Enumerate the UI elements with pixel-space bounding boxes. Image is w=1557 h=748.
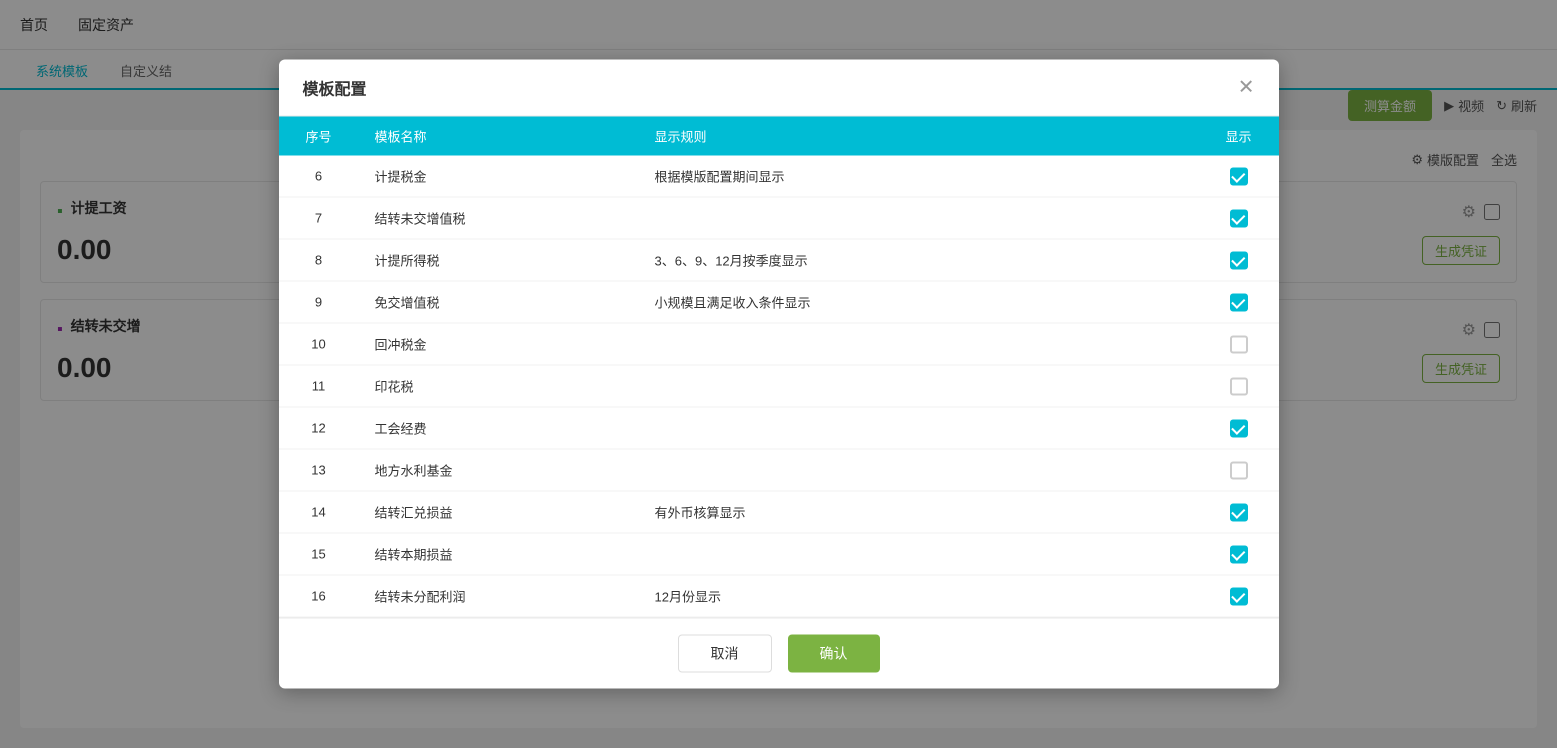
row-checkbox[interactable] — [1230, 545, 1248, 563]
cell-checkbox[interactable] — [1199, 197, 1279, 239]
confirm-button[interactable]: 确认 — [788, 635, 880, 673]
cell-name: 地方水利基金 — [359, 449, 639, 491]
modal-body: 序号 模板名称 显示规则 显示 6 计提税金 根据模版配置期间显示 7 结转未交… — [279, 117, 1279, 618]
row-checkbox[interactable] — [1230, 461, 1248, 479]
cell-name: 印花税 — [359, 365, 639, 407]
modal-header: 模板配置 ✕ — [279, 60, 1279, 117]
table-row: 13 地方水利基金 — [279, 449, 1279, 491]
cell-rule — [639, 323, 1199, 365]
config-table: 序号 模板名称 显示规则 显示 6 计提税金 根据模版配置期间显示 7 结转未交… — [279, 117, 1279, 618]
cell-name: 计提税金 — [359, 156, 639, 198]
table-row: 11 印花税 — [279, 365, 1279, 407]
modal-title: 模板配置 — [303, 76, 367, 100]
cell-name: 工会经费 — [359, 407, 639, 449]
cell-checkbox[interactable] — [1199, 323, 1279, 365]
cell-checkbox[interactable] — [1199, 575, 1279, 617]
cell-checkbox[interactable] — [1199, 491, 1279, 533]
cell-checkbox[interactable] — [1199, 407, 1279, 449]
table-row: 16 结转未分配利润 12月份显示 — [279, 575, 1279, 617]
cell-id: 7 — [279, 197, 359, 239]
row-checkbox[interactable] — [1230, 293, 1248, 311]
cell-checkbox[interactable] — [1199, 156, 1279, 198]
row-checkbox[interactable] — [1230, 377, 1248, 395]
table-row: 7 结转未交增值税 — [279, 197, 1279, 239]
cell-id: 6 — [279, 156, 359, 198]
row-checkbox[interactable] — [1230, 419, 1248, 437]
cell-rule — [639, 365, 1199, 407]
cell-rule: 12月份显示 — [639, 575, 1199, 617]
cell-id: 8 — [279, 239, 359, 281]
cell-id: 11 — [279, 365, 359, 407]
cell-name: 结转本期损益 — [359, 533, 639, 575]
cell-rule: 小规模且满足收入条件显示 — [639, 281, 1199, 323]
cell-rule — [639, 407, 1199, 449]
row-checkbox[interactable] — [1230, 587, 1248, 605]
table-row: 12 工会经费 — [279, 407, 1279, 449]
cell-name: 计提所得税 — [359, 239, 639, 281]
cell-id: 12 — [279, 407, 359, 449]
cancel-button[interactable]: 取消 — [678, 635, 772, 673]
row-checkbox[interactable] — [1230, 209, 1248, 227]
cell-rule: 根据模版配置期间显示 — [639, 156, 1199, 198]
cell-name: 回冲税金 — [359, 323, 639, 365]
cell-name: 结转未交增值税 — [359, 197, 639, 239]
cell-rule — [639, 449, 1199, 491]
cell-id: 9 — [279, 281, 359, 323]
table-row: 10 回冲税金 — [279, 323, 1279, 365]
col-header-id: 序号 — [279, 117, 359, 156]
row-checkbox[interactable] — [1230, 503, 1248, 521]
row-checkbox[interactable] — [1230, 167, 1248, 185]
table-row: 15 结转本期损益 — [279, 533, 1279, 575]
table-row: 6 计提税金 根据模版配置期间显示 — [279, 156, 1279, 198]
cell-id: 10 — [279, 323, 359, 365]
cell-id: 16 — [279, 575, 359, 617]
modal-close-button[interactable]: ✕ — [1238, 78, 1255, 98]
table-row: 8 计提所得税 3、6、9、12月按季度显示 — [279, 239, 1279, 281]
row-checkbox[interactable] — [1230, 251, 1248, 269]
cell-id: 15 — [279, 533, 359, 575]
col-header-display: 显示 — [1199, 117, 1279, 156]
cell-rule — [639, 533, 1199, 575]
cell-checkbox[interactable] — [1199, 281, 1279, 323]
cell-name: 结转汇兑损益 — [359, 491, 639, 533]
table-row: 9 免交增值税 小规模且满足收入条件显示 — [279, 281, 1279, 323]
cell-rule: 有外币核算显示 — [639, 491, 1199, 533]
cell-name: 免交增值税 — [359, 281, 639, 323]
col-header-name: 模板名称 — [359, 117, 639, 156]
col-header-rule: 显示规则 — [639, 117, 1199, 156]
table-row: 14 结转汇兑损益 有外币核算显示 — [279, 491, 1279, 533]
row-checkbox[interactable] — [1230, 335, 1248, 353]
cell-id: 13 — [279, 449, 359, 491]
modal-footer: 取消 确认 — [279, 618, 1279, 689]
cell-name: 结转未分配利润 — [359, 575, 639, 617]
cell-checkbox[interactable] — [1199, 449, 1279, 491]
cell-id: 14 — [279, 491, 359, 533]
cell-checkbox[interactable] — [1199, 533, 1279, 575]
cell-checkbox[interactable] — [1199, 365, 1279, 407]
cell-rule: 3、6、9、12月按季度显示 — [639, 239, 1199, 281]
cell-checkbox[interactable] — [1199, 239, 1279, 281]
modal-template-config: 模板配置 ✕ 序号 模板名称 显示规则 显示 6 计提税金 根据模版配置期间显示 — [279, 60, 1279, 689]
cell-rule — [639, 197, 1199, 239]
